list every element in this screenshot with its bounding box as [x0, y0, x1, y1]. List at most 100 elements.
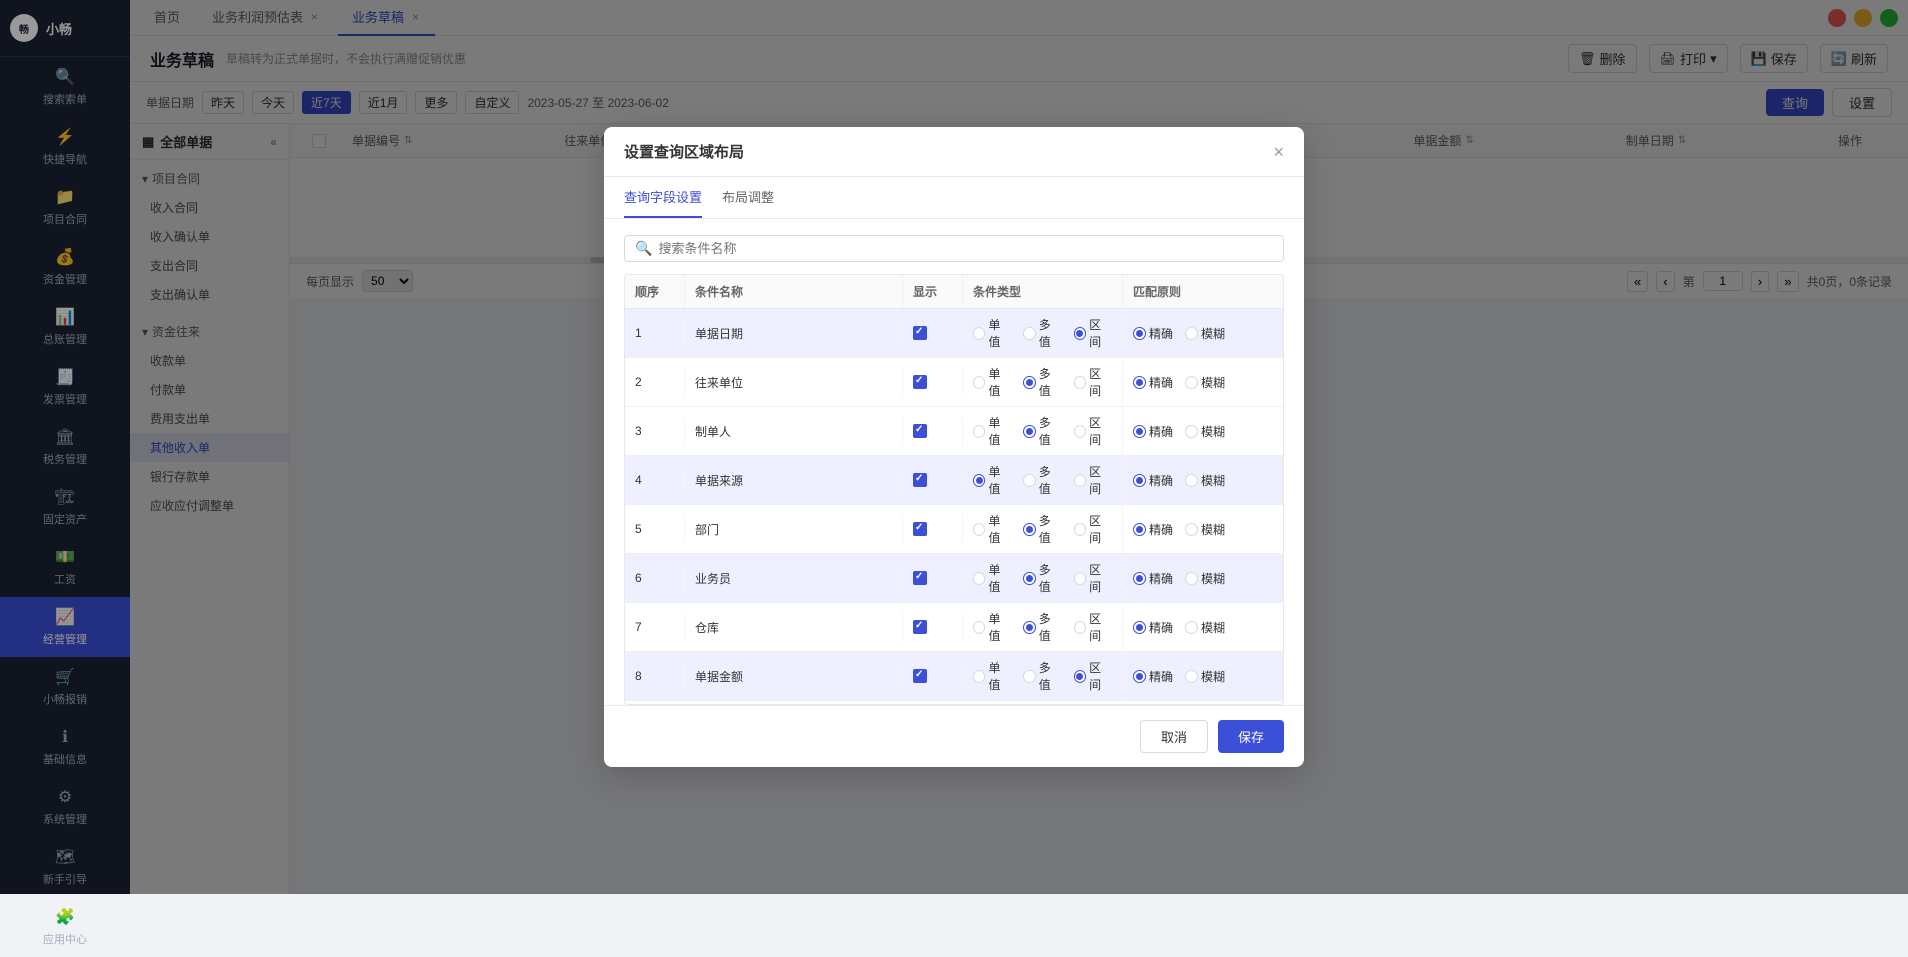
radio-item-precise[interactable]: 精确 [1133, 668, 1173, 685]
range-radio[interactable] [1074, 425, 1086, 438]
multiple-radio[interactable] [1023, 474, 1035, 487]
radio-item-single[interactable]: 单值 [973, 512, 1011, 546]
radio-item-range[interactable]: 区间 [1074, 610, 1112, 644]
range-radio[interactable] [1074, 474, 1086, 487]
radio-item-range[interactable]: 区间 [1074, 659, 1112, 693]
radio-item-multiple[interactable]: 多值 [1023, 463, 1061, 497]
multiple-radio[interactable] [1023, 523, 1035, 536]
search-input[interactable] [658, 241, 1273, 256]
multiple-radio[interactable] [1023, 670, 1035, 683]
save-button[interactable]: 保存 [1218, 720, 1284, 753]
precise-label: 精确 [1149, 521, 1173, 538]
display-checkbox[interactable] [913, 326, 927, 340]
radio-item-single[interactable]: 单值 [973, 610, 1011, 644]
radio-item-fuzzy[interactable]: 模糊 [1185, 374, 1225, 391]
radio-item-range[interactable]: 区间 [1074, 414, 1112, 448]
range-radio[interactable] [1074, 670, 1086, 683]
range-radio[interactable] [1074, 327, 1086, 340]
single-radio[interactable] [973, 670, 985, 683]
precise-radio[interactable] [1133, 621, 1146, 634]
radio-item-single[interactable]: 单值 [973, 659, 1011, 693]
range-label: 区间 [1089, 316, 1112, 350]
single-radio[interactable] [973, 621, 985, 634]
precise-radio[interactable] [1133, 474, 1146, 487]
radio-item-range[interactable]: 区间 [1074, 463, 1112, 497]
display-checkbox[interactable] [913, 522, 927, 536]
fuzzy-radio[interactable] [1185, 523, 1198, 536]
range-radio[interactable] [1074, 621, 1086, 634]
radio-item-fuzzy[interactable]: 模糊 [1185, 472, 1225, 489]
radio-item-single[interactable]: 单值 [973, 414, 1011, 448]
precise-radio[interactable] [1133, 327, 1146, 340]
fuzzy-radio[interactable] [1185, 572, 1198, 585]
multiple-radio[interactable] [1023, 621, 1035, 634]
radio-item-range[interactable]: 区间 [1074, 365, 1112, 399]
single-radio[interactable] [973, 523, 985, 536]
radio-item-multiple[interactable]: 多值 [1023, 659, 1061, 693]
range-radio[interactable] [1074, 376, 1086, 389]
radio-item-fuzzy[interactable]: 模糊 [1185, 570, 1225, 587]
display-checkbox[interactable] [913, 473, 927, 487]
multiple-radio[interactable] [1023, 572, 1035, 585]
fuzzy-radio[interactable] [1185, 425, 1198, 438]
radio-item-multiple[interactable]: 多值 [1023, 561, 1061, 595]
single-radio[interactable] [973, 425, 985, 438]
single-radio[interactable] [973, 474, 985, 487]
fuzzy-radio[interactable] [1185, 376, 1198, 389]
single-radio[interactable] [973, 572, 985, 585]
display-checkbox[interactable] [913, 375, 927, 389]
radio-item-multiple[interactable]: 多值 [1023, 610, 1061, 644]
multiple-radio[interactable] [1023, 327, 1035, 340]
radio-item-fuzzy[interactable]: 模糊 [1185, 668, 1225, 685]
radio-item-fuzzy[interactable]: 模糊 [1185, 619, 1225, 636]
radio-item-single[interactable]: 单值 [973, 561, 1011, 595]
fuzzy-radio[interactable] [1185, 327, 1198, 340]
single-radio[interactable] [973, 376, 985, 389]
single-radio[interactable] [973, 327, 985, 340]
multiple-radio[interactable] [1023, 376, 1035, 389]
range-radio[interactable] [1074, 523, 1086, 536]
radio-item-precise[interactable]: 精确 [1133, 374, 1173, 391]
display-checkbox[interactable] [913, 620, 927, 634]
radio-item-range[interactable]: 区间 [1074, 561, 1112, 595]
radio-item-multiple[interactable]: 多值 [1023, 365, 1061, 399]
radio-item-precise[interactable]: 精确 [1133, 423, 1173, 440]
display-checkbox[interactable] [913, 571, 927, 585]
fuzzy-radio[interactable] [1185, 474, 1198, 487]
radio-item-precise[interactable]: 精确 [1133, 472, 1173, 489]
sidebar-item-apps[interactable]: 🧩 应用中心 [0, 897, 130, 957]
radio-item-single[interactable]: 单值 [973, 463, 1011, 497]
range-label: 区间 [1089, 463, 1112, 497]
radio-item-precise[interactable]: 精确 [1133, 570, 1173, 587]
precise-radio[interactable] [1133, 523, 1146, 536]
cancel-button[interactable]: 取消 [1140, 720, 1208, 753]
row-order: 7 [625, 613, 685, 641]
radio-item-multiple[interactable]: 多值 [1023, 414, 1061, 448]
fuzzy-radio[interactable] [1185, 670, 1198, 683]
precise-radio[interactable] [1133, 670, 1146, 683]
range-radio[interactable] [1074, 572, 1086, 585]
radio-item-precise[interactable]: 精确 [1133, 325, 1173, 342]
precise-radio[interactable] [1133, 572, 1146, 585]
tab-layout[interactable]: 布局调整 [722, 177, 774, 218]
radio-item-precise[interactable]: 精确 [1133, 521, 1173, 538]
tab-field-settings[interactable]: 查询字段设置 [624, 177, 702, 218]
dialog-close-btn[interactable]: × [1273, 143, 1284, 161]
radio-item-range[interactable]: 区间 [1074, 512, 1112, 546]
display-checkbox[interactable] [913, 669, 927, 683]
precise-radio[interactable] [1133, 425, 1146, 438]
radio-item-fuzzy[interactable]: 模糊 [1185, 521, 1225, 538]
radio-item-single[interactable]: 单值 [973, 365, 1011, 399]
multiple-radio[interactable] [1023, 425, 1035, 438]
fuzzy-radio[interactable] [1185, 621, 1198, 634]
radio-item-multiple[interactable]: 多值 [1023, 316, 1061, 350]
radio-item-precise[interactable]: 精确 [1133, 619, 1173, 636]
radio-item-fuzzy[interactable]: 模糊 [1185, 423, 1225, 440]
radio-item-range[interactable]: 区间 [1074, 316, 1112, 350]
row-condition-type: 单值多值区间 [963, 309, 1123, 357]
radio-item-multiple[interactable]: 多值 [1023, 512, 1061, 546]
radio-item-single[interactable]: 单值 [973, 316, 1011, 350]
precise-radio[interactable] [1133, 376, 1146, 389]
radio-item-fuzzy[interactable]: 模糊 [1185, 325, 1225, 342]
display-checkbox[interactable] [913, 424, 927, 438]
